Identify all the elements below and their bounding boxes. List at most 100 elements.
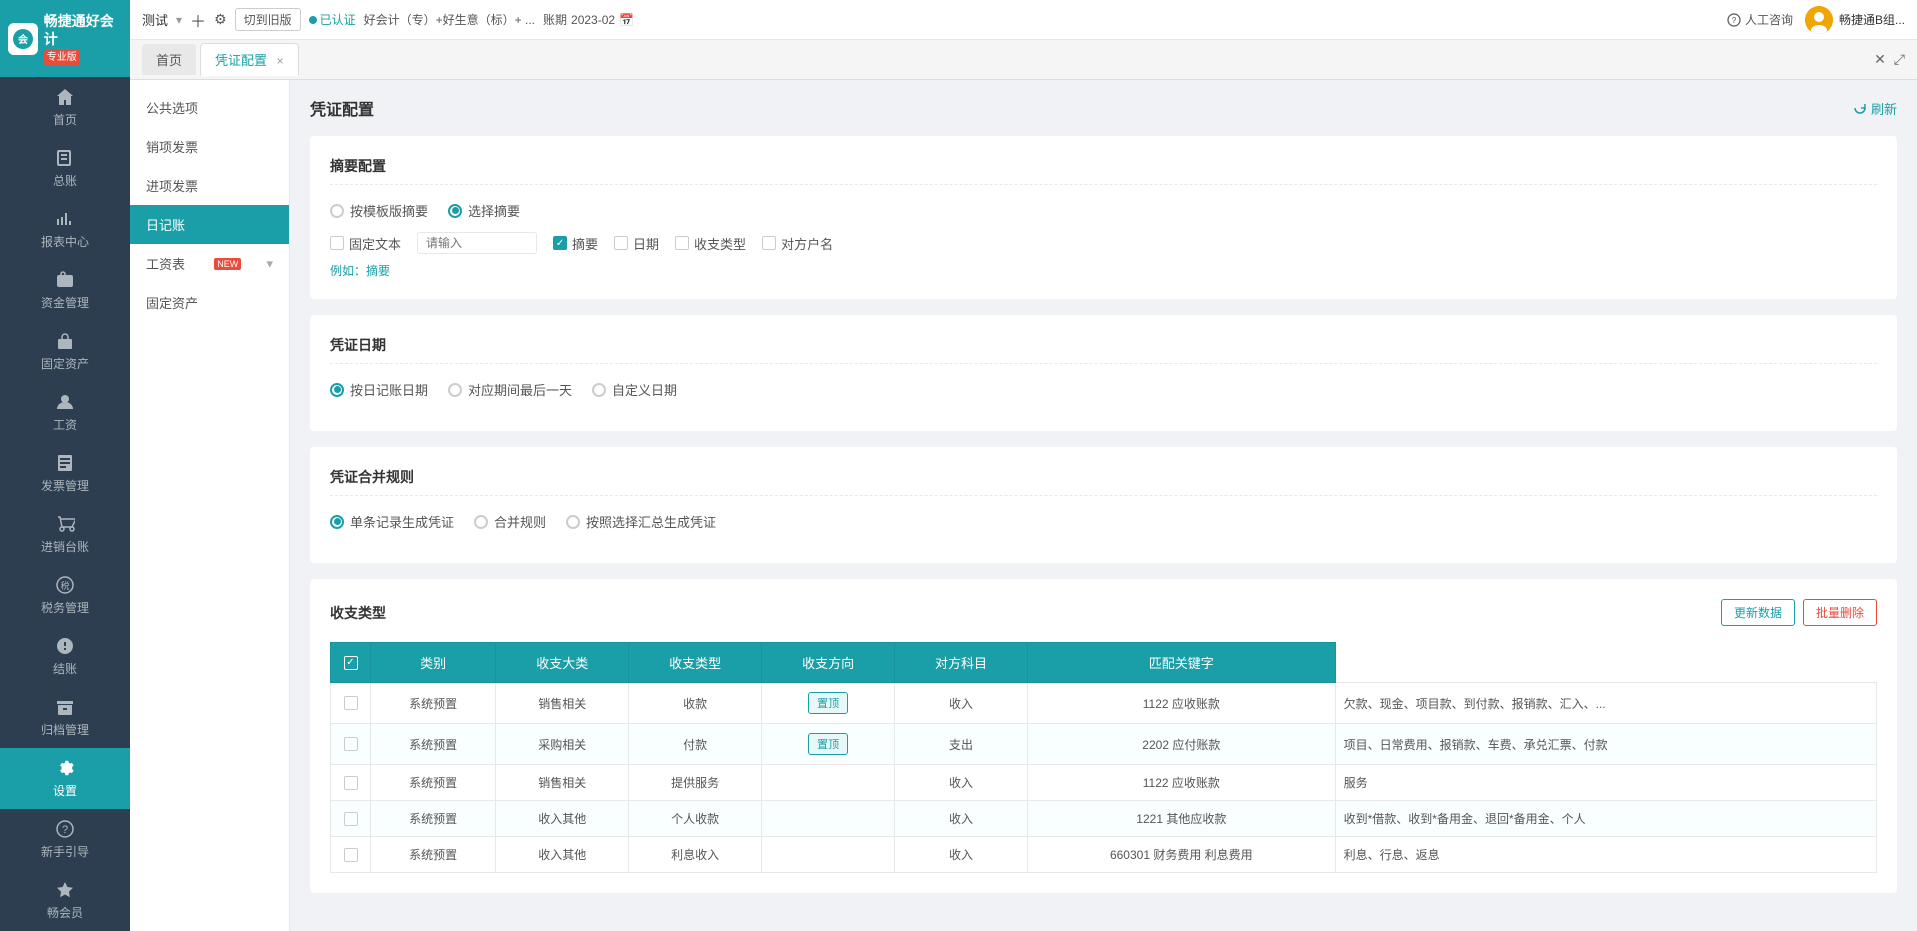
close-window-button[interactable]: ✕ xyxy=(1874,51,1886,68)
example-text: 例如：摘要 xyxy=(330,262,1877,279)
salary-icon xyxy=(55,392,75,412)
product-labels: 好会计（专）+好生意（标）+ ... xyxy=(364,11,535,28)
left-nav-journal[interactable]: 日记账 xyxy=(130,205,289,244)
sidebar-item-archive[interactable]: 归档管理 xyxy=(0,687,130,748)
user-menu[interactable]: 畅捷通B组... xyxy=(1805,6,1905,34)
radio-single-label: 单条记录生成凭证 xyxy=(350,512,454,531)
checkbox-date[interactable]: 日期 xyxy=(614,234,659,253)
fixed-text-input[interactable] xyxy=(417,232,537,254)
refresh-icon xyxy=(1853,101,1867,115)
main-area: 测试 ▾ ＋ ⚙ 切到旧版 已认证 好会计（专）+好生意（标）+ ... 账期 … xyxy=(130,0,1917,931)
sidebar-item-reports[interactable]: 报表中心 xyxy=(0,199,130,260)
row-3-major-type: 销售相关 xyxy=(496,765,629,801)
checkbox-summary[interactable]: 摘要 xyxy=(553,234,598,253)
batch-delete-button[interactable]: 批量删除 xyxy=(1803,599,1877,626)
left-nav-public[interactable]: 公共选项 xyxy=(130,88,289,127)
sidebar-item-closing[interactable]: 结账 xyxy=(0,626,130,687)
checkbox-counterpart[interactable]: 对方户名 xyxy=(762,234,833,253)
sidebar-label-invoice-mgmt: 发票管理 xyxy=(41,477,89,494)
row-3-checkbox[interactable] xyxy=(344,776,358,790)
consult-button[interactable]: ? 人工咨询 xyxy=(1727,11,1793,28)
row-4-checkbox[interactable] xyxy=(344,812,358,826)
calendar-icon[interactable]: 📅 xyxy=(619,13,634,27)
period-label: 账期 xyxy=(543,11,567,28)
topbar-add-button[interactable]: ＋ xyxy=(190,8,206,32)
sidebar-item-ledger[interactable]: 总账 xyxy=(0,138,130,199)
sidebar-item-funds[interactable]: 资金管理 xyxy=(0,260,130,321)
user-avatar xyxy=(1805,6,1833,34)
logo-icon: 会 xyxy=(8,23,38,55)
maximize-window-button[interactable]: ⤢ xyxy=(1894,51,1905,68)
row-1-major-type: 销售相关 xyxy=(496,683,629,724)
checkbox-payment-type-box xyxy=(675,236,689,250)
row-5-checkbox[interactable] xyxy=(344,848,358,862)
left-nav-sales-invoice-label: 销项发票 xyxy=(146,137,198,156)
merge-section-title: 凭证合并规则 xyxy=(330,467,1877,496)
row-5-category: 系统预置 xyxy=(371,837,496,873)
row-1-type: 收款 xyxy=(629,683,762,724)
summary-radio-select[interactable]: 选择摘要 xyxy=(448,201,520,220)
topbar-settings-button[interactable]: ⚙ xyxy=(214,11,227,28)
app-logo[interactable]: 会 畅捷通好会计 专业版 xyxy=(0,0,130,77)
sidebar-item-tax[interactable]: 税 税务管理 xyxy=(0,565,130,626)
certified-badge: 已认证 xyxy=(309,11,356,28)
date-radio-group: 按日记账日期 对应期间最后一天 自定义日期 xyxy=(330,380,1877,399)
sidebar-item-assets[interactable]: 固定资产 xyxy=(0,321,130,382)
row-1-checkbox[interactable] xyxy=(344,696,358,710)
date-section-title: 凭证日期 xyxy=(330,335,1877,364)
merge-radio-single[interactable]: 单条记录生成凭证 xyxy=(330,512,454,531)
sidebar-label-guide: 新手引导 xyxy=(41,843,89,860)
sidebar-item-settings[interactable]: 设置 xyxy=(0,748,130,809)
row-2-checkbox[interactable] xyxy=(344,737,358,751)
row-checkbox xyxy=(331,724,371,765)
radio-select-label: 选择摘要 xyxy=(468,201,520,220)
checkbox-counterpart-label: 对方户名 xyxy=(781,234,833,253)
home-icon xyxy=(55,87,75,107)
user-name: 畅捷通B组... xyxy=(1839,11,1905,28)
checkbox-fixed-text[interactable]: 固定文本 xyxy=(330,234,401,253)
sidebar-label-tax: 税务管理 xyxy=(41,599,89,616)
consult-label: 人工咨询 xyxy=(1745,11,1793,28)
row-4-type: 个人收款 xyxy=(629,801,762,837)
period-value: 2023-02 xyxy=(571,13,615,27)
select-all-checkbox[interactable]: ✓ xyxy=(344,656,358,670)
sidebar-item-guide[interactable]: ? 新手引导 xyxy=(0,809,130,870)
row-1-tag-button[interactable]: 置顶 xyxy=(808,692,848,714)
tab-config-label: 凭证配置 xyxy=(215,53,267,68)
th-major-type: 收支大类 xyxy=(496,643,629,683)
left-nav-payroll-table[interactable]: 工资表 NEW ▾ xyxy=(130,244,289,283)
new-badge: NEW xyxy=(214,258,241,270)
row-2-tag-button[interactable]: 置顶 xyxy=(808,733,848,755)
merge-radio-rule[interactable]: 合并规则 xyxy=(474,512,546,531)
sidebar-item-home[interactable]: 首页 xyxy=(0,77,130,138)
merge-radio-total[interactable]: 按照选择汇总生成凭证 xyxy=(566,512,716,531)
left-nav-sales-invoice[interactable]: 销项发票 xyxy=(130,127,289,166)
svg-text:税: 税 xyxy=(60,580,69,591)
topbar-dropdown-arrow[interactable]: ▾ xyxy=(176,13,182,27)
left-nav-fixed-assets[interactable]: 固定资产 xyxy=(130,283,289,322)
checkbox-fixed-text-label: 固定文本 xyxy=(349,234,401,253)
refresh-button[interactable]: 刷新 xyxy=(1853,99,1897,118)
sidebar-item-invoice-mgmt[interactable]: 发票管理 xyxy=(0,443,130,504)
left-nav-purchase-invoice[interactable]: 进项发票 xyxy=(130,166,289,205)
sidebar-item-payroll[interactable]: 工资 xyxy=(0,382,130,443)
tab-config[interactable]: 凭证配置 × xyxy=(200,43,299,76)
sidebar-item-purchase[interactable]: 进销台账 xyxy=(0,504,130,565)
radio-last-day-circle xyxy=(448,383,462,397)
update-data-button[interactable]: 更新数据 xyxy=(1721,599,1795,626)
date-radio-journal[interactable]: 按日记账日期 xyxy=(330,380,428,399)
asset-icon xyxy=(55,331,75,351)
radio-last-day-label: 对应期间最后一天 xyxy=(468,380,572,399)
summary-radio-template[interactable]: 按模板版摘要 xyxy=(330,201,428,220)
checkbox-summary-box xyxy=(553,236,567,250)
tab-home[interactable]: 首页 xyxy=(142,44,196,75)
topbar-switch-button[interactable]: 切到旧版 xyxy=(235,8,301,31)
row-3-category: 系统预置 xyxy=(371,765,496,801)
page-title: 凭证配置 xyxy=(310,96,374,120)
date-radio-custom[interactable]: 自定义日期 xyxy=(592,380,677,399)
date-radio-last-day[interactable]: 对应期间最后一天 xyxy=(448,380,572,399)
tab-config-close[interactable]: × xyxy=(277,54,284,68)
checkbox-payment-type[interactable]: 收支类型 xyxy=(675,234,746,253)
table-row: 系统预置 采购相关 付款 置顶 支出 2202 应付账款 项目、日常费用、报销款… xyxy=(331,724,1877,765)
period: 账期 2023-02 📅 xyxy=(543,11,634,28)
